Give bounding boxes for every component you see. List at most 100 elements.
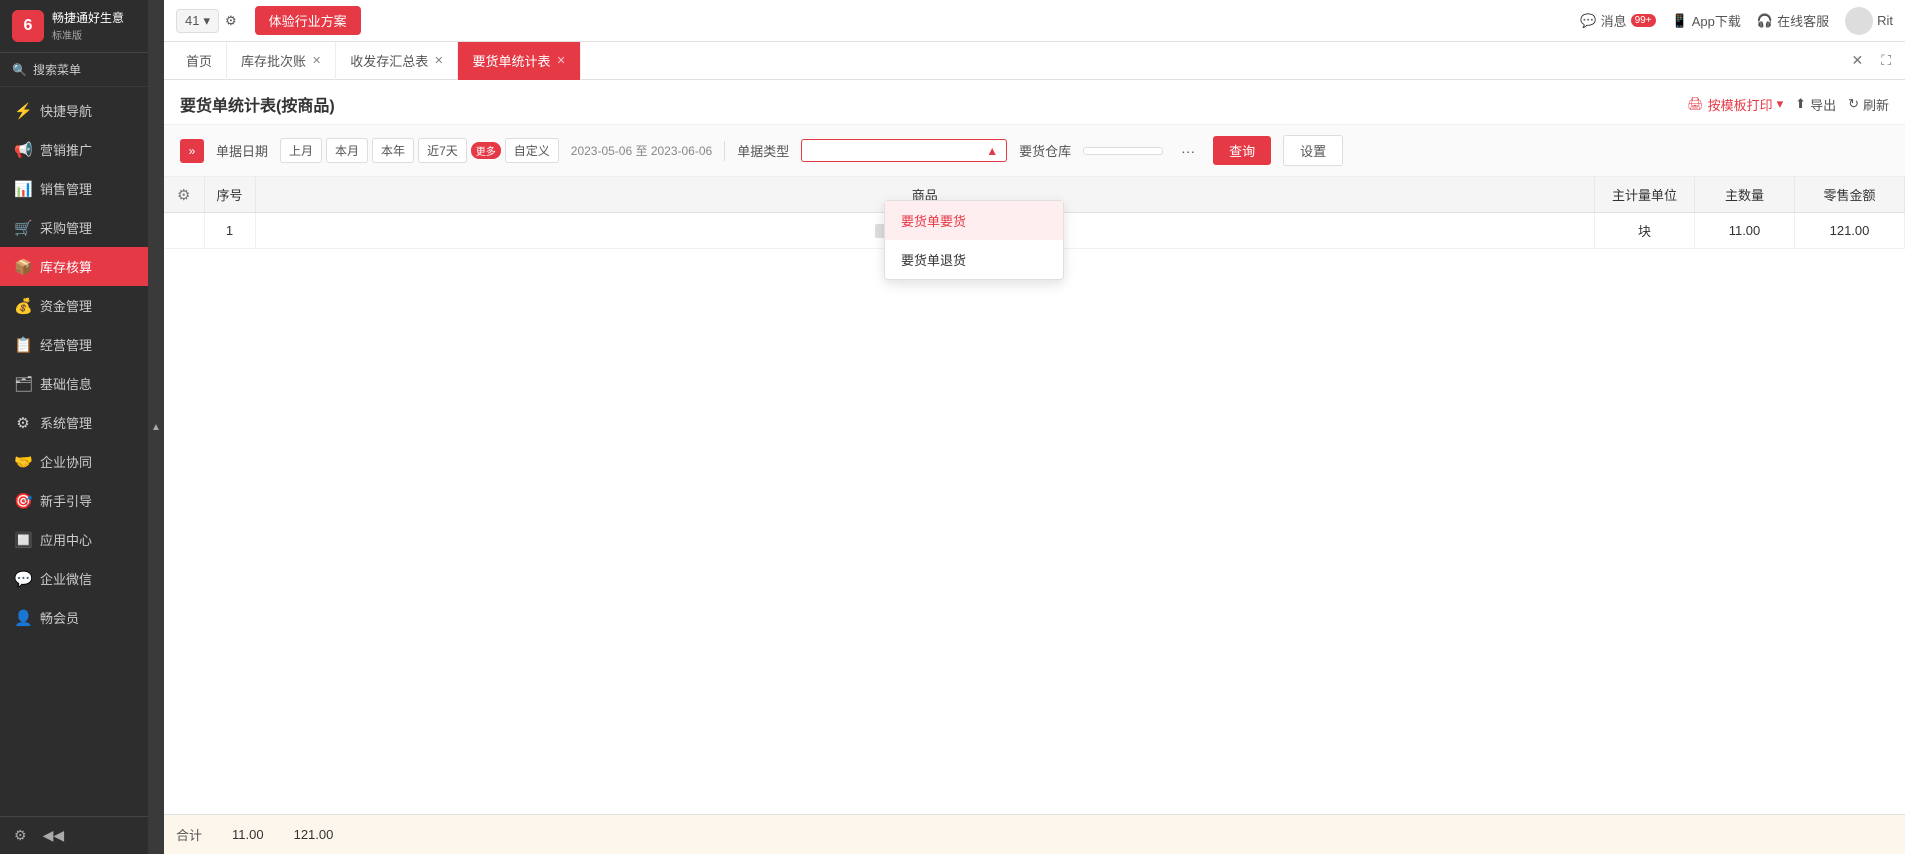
refresh-icon: ↻ [1848, 96, 1859, 112]
this-year-btn[interactable]: 本年 [372, 138, 414, 163]
tab-order-stats[interactable]: 要货单统计表 ✕ [458, 42, 580, 80]
sidebar-item-quick-nav[interactable]: ⚡ 快捷导航 [0, 91, 148, 130]
user-name: Rit [1877, 13, 1893, 28]
tab-receive[interactable]: 收发存汇总表 ✕ [336, 42, 458, 80]
tab-bar: 首页 库存批次账 ✕ 收发存汇总表 ✕ 要货单统计表 ✕ ✕ ⛶ [164, 42, 1905, 80]
sidebar-item-apps[interactable]: 🔲 应用中心 [0, 520, 148, 559]
sidebar-item-operations[interactable]: 📋 经营管理 [0, 325, 148, 364]
table-footer: 合计 11.00 121.00 [164, 814, 1905, 854]
custom-date-btn[interactable]: 自定义 [505, 138, 559, 163]
col-header-settings: ⚙ [164, 177, 204, 213]
sidebar-item-label: 畅会员 [40, 608, 79, 627]
app-logo: 6 畅捷通好生意 标准版 [0, 0, 148, 53]
app-sub: 标准版 [52, 27, 124, 42]
wechat-icon: 💬 [14, 570, 32, 588]
app-name: 畅捷通好生意 [52, 10, 124, 27]
sidebar-item-label: 经营管理 [40, 335, 92, 354]
finance-icon: 💰 [14, 297, 32, 315]
apps-icon: 🔲 [14, 531, 32, 549]
online-service-label: 在线客服 [1777, 11, 1829, 30]
footer-qty-value: 11.00 [232, 827, 264, 842]
tab-batch[interactable]: 库存批次账 ✕ [227, 42, 336, 80]
expand-window-btn[interactable]: ⛶ [1875, 50, 1897, 71]
column-settings-icon[interactable]: ⚙ [177, 187, 190, 204]
sidebar-item-wechat[interactable]: 💬 企业微信 [0, 559, 148, 598]
sidebar-item-purchase[interactable]: 🛒 采购管理 [0, 208, 148, 247]
logo-icon: 6 [12, 10, 44, 42]
quick-nav-icon: ⚡ [14, 102, 32, 120]
guide-icon: 🎯 [14, 492, 32, 510]
app-download-btn[interactable]: 📱 App下载 [1672, 11, 1741, 30]
tab-receive-close[interactable]: ✕ [434, 54, 443, 67]
col-header-amount: 零售金额 [1795, 177, 1905, 213]
search-icon: 🔍 [12, 63, 27, 77]
messages-badge: 99+ [1631, 14, 1656, 27]
col-header-num: 序号 [204, 177, 255, 213]
main-area: 41 ▾ ⚙ 体验行业方案 💬 消息 99+ 📱 App下载 🎧 在线客服 Ri [164, 0, 1905, 854]
settings-icon[interactable]: ⚙ [225, 13, 237, 29]
type-dropdown[interactable]: ▲ [801, 139, 1007, 162]
sales-icon: 📊 [14, 180, 32, 198]
sidebar-item-label: 基础信息 [40, 374, 92, 393]
collapse-sidebar-btn[interactable]: ▲ [148, 0, 164, 854]
last-month-btn[interactable]: 上月 [280, 138, 322, 163]
tab-home-label: 首页 [186, 51, 212, 70]
filter-more-btn[interactable]: ··· [1175, 141, 1201, 161]
export-icon: ⬆ [1795, 96, 1806, 112]
settings-icon[interactable]: ⚙ [14, 827, 27, 844]
sidebar-item-sales[interactable]: 📊 销售管理 [0, 169, 148, 208]
trial-btn[interactable]: 体验行业方案 [255, 6, 361, 35]
print-icon: 🖨 [1687, 96, 1704, 112]
page-content: 要货单统计表(按商品) 🖨 按模板打印 ▾ ⬆ 导出 ↻ 刷新 [164, 80, 1905, 854]
online-service-btn[interactable]: 🎧 在线客服 [1757, 11, 1829, 30]
messages-btn[interactable]: 💬 消息 99+ [1580, 11, 1655, 30]
close-window-btn[interactable]: ✕ [1845, 50, 1869, 71]
warehouse-input[interactable] [1083, 147, 1163, 155]
refresh-btn[interactable]: ↻ 刷新 [1848, 95, 1889, 114]
print-template-btn[interactable]: 🖨 按模板打印 ▾ [1687, 95, 1783, 114]
nav-list: ⚡ 快捷导航 📢 营销推广 📊 销售管理 🛒 采购管理 📦 库存核算 💰 资金管… [0, 87, 148, 816]
phone-icon: 📱 [1672, 13, 1688, 29]
sidebar-item-marketing[interactable]: 📢 营销推广 [0, 130, 148, 169]
avatar [1845, 7, 1873, 35]
print-template-label: 按模板打印 [1708, 95, 1773, 114]
col-header-qty: 主数量 [1695, 177, 1795, 213]
tab-order-stats-close[interactable]: ✕ [557, 54, 566, 67]
last-7days-btn[interactable]: 近7天 [418, 138, 467, 163]
sidebar-item-guide[interactable]: 🎯 新手引导 [0, 481, 148, 520]
query-btn[interactable]: 查询 [1213, 136, 1271, 165]
user-menu[interactable]: Rit [1845, 7, 1893, 35]
sidebar-item-finance[interactable]: 💰 资金管理 [0, 286, 148, 325]
base-icon: 🗂 [14, 375, 32, 393]
tab-home[interactable]: 首页 [172, 42, 227, 80]
date-range-text: 2023-05-06 至 2023-06-06 [571, 142, 712, 159]
tab-order-stats-label: 要货单统计表 [472, 51, 550, 70]
sidebar-item-label: 资金管理 [40, 296, 92, 315]
sidebar-item-label: 采购管理 [40, 218, 92, 237]
sidebar-item-label: 销售管理 [40, 179, 92, 198]
sidebar-item-system[interactable]: ⚙ 系统管理 [0, 403, 148, 442]
sidebar-item-label: 企业协同 [40, 452, 92, 471]
type-chevron-up-icon[interactable]: ▲ [986, 144, 998, 158]
store-dropdown[interactable]: 41 ▾ [176, 9, 219, 33]
more-dates-badge[interactable]: 更多 [471, 142, 501, 159]
expand-icon: » [189, 144, 196, 158]
tab-receive-label: 收发存汇总表 [350, 51, 428, 70]
dropdown-item-order-goods[interactable]: 要货单要货 [885, 201, 1063, 240]
settings-btn[interactable]: 设置 [1283, 135, 1343, 166]
this-month-btn[interactable]: 本月 [326, 138, 368, 163]
header-right: 💬 消息 99+ 📱 App下载 🎧 在线客服 Rit [1580, 7, 1893, 35]
dropdown-item-order-return[interactable]: 要货单退货 [885, 240, 1063, 279]
type-input[interactable] [810, 143, 986, 158]
member-icon: 👤 [14, 609, 32, 627]
export-btn[interactable]: ⬆ 导出 [1795, 95, 1836, 114]
sidebar-item-label: 新手引导 [40, 491, 92, 510]
sidebar-item-member[interactable]: 👤 畅会员 [0, 598, 148, 637]
sidebar-item-collab[interactable]: 🤝 企业协同 [0, 442, 148, 481]
sidebar-item-inventory[interactable]: 📦 库存核算 [0, 247, 148, 286]
filter-expand-btn[interactable]: » [180, 139, 204, 163]
search-menu[interactable]: 🔍 搜索菜单 [0, 53, 148, 87]
sidebar-item-base[interactable]: 🗂 基础信息 [0, 364, 148, 403]
collapse-icon[interactable]: ◀◀ [43, 827, 65, 844]
tab-batch-close[interactable]: ✕ [312, 54, 321, 67]
